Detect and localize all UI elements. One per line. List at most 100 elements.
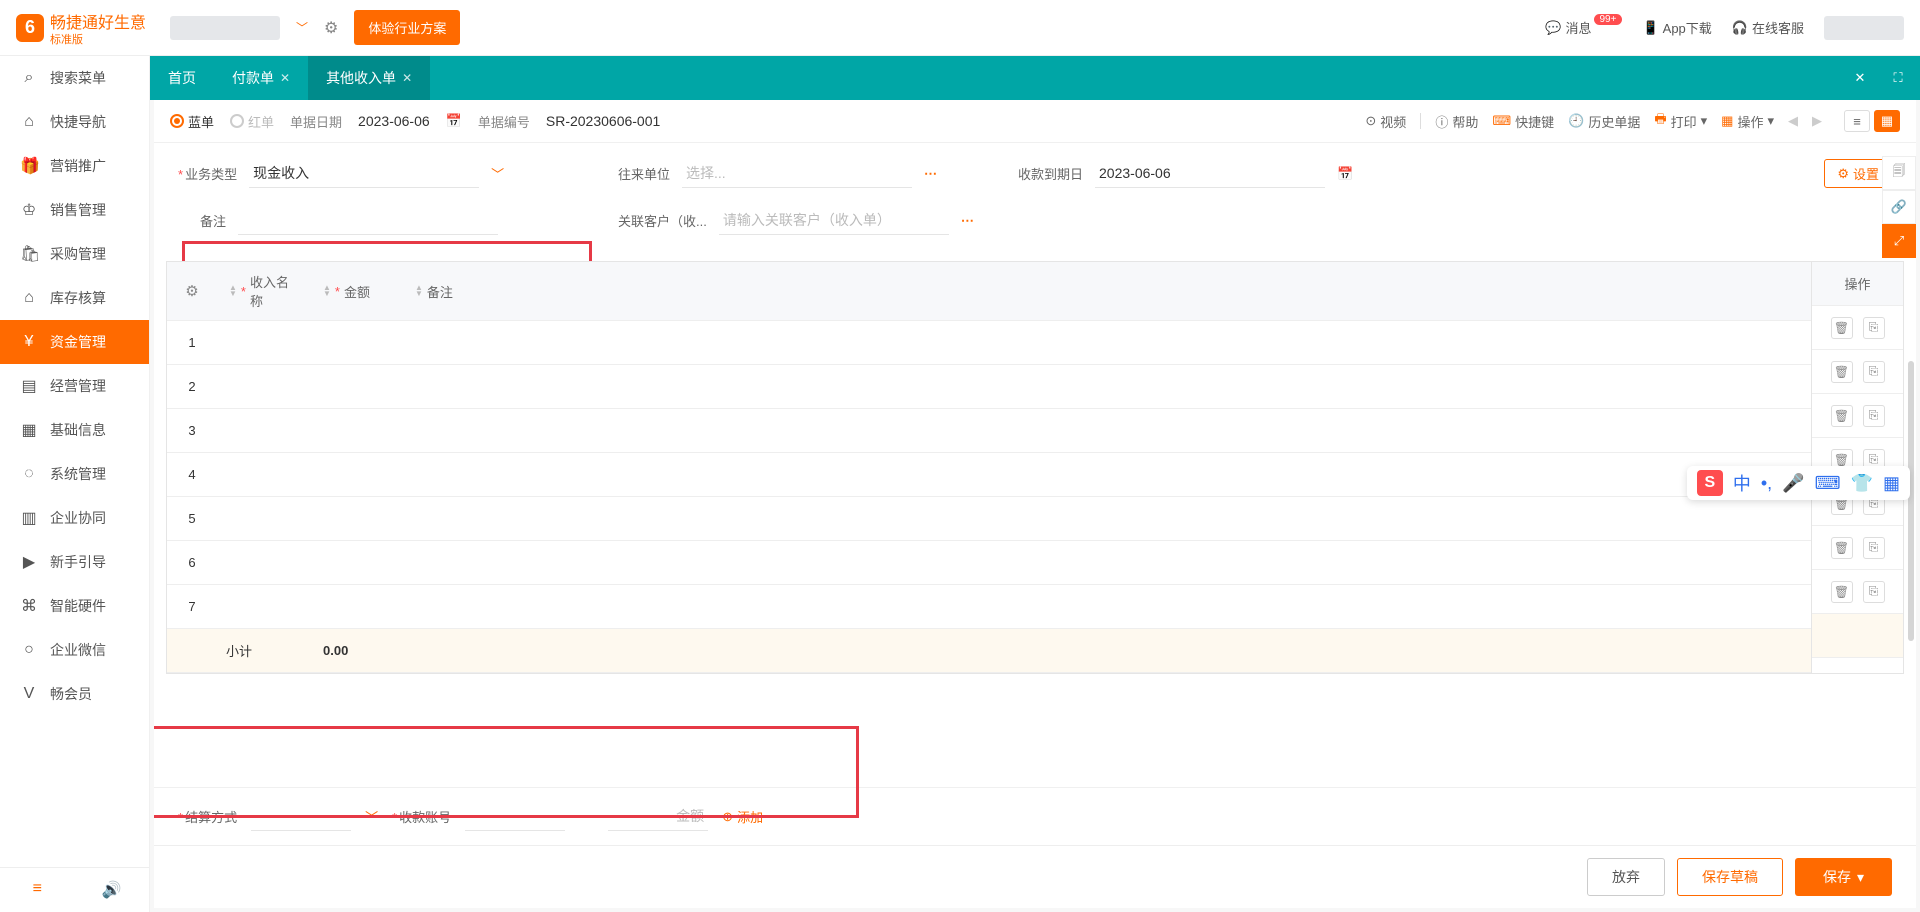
tab-close-all-button[interactable]: ✕	[1846, 64, 1874, 92]
ime-lang[interactable]: 中	[1733, 470, 1751, 496]
rail-notes-button[interactable]: 🗐	[1882, 156, 1916, 190]
view-grid-button[interactable]: ▦	[1874, 110, 1900, 132]
history-link[interactable]: 🕘历史单据	[1568, 112, 1640, 131]
chevron-down-icon[interactable]: ﹀	[491, 164, 504, 183]
sidebar-item[interactable]: ▶新手引导	[0, 540, 149, 584]
table-row[interactable]: 1	[167, 321, 1811, 365]
sidebar-item[interactable]: ⌕搜索菜单	[0, 56, 149, 100]
tab[interactable]: 首页	[150, 56, 214, 100]
help-link[interactable]: ⓘ帮助	[1435, 112, 1478, 131]
sidebar-item[interactable]: ▥企业协同	[0, 496, 149, 540]
rail-expand-button[interactable]: ⤢	[1882, 224, 1916, 258]
delete-icon[interactable]: 🗑	[1831, 405, 1853, 427]
chevron-down-icon[interactable]: ﹀	[296, 19, 308, 36]
row-index: 2	[167, 369, 217, 404]
settle-method-input[interactable]	[251, 802, 351, 831]
table-row[interactable]: 7	[167, 585, 1811, 629]
print-link[interactable]: 🖶打印▾	[1654, 110, 1707, 132]
sidebar-item[interactable]: ▤经营管理	[0, 364, 149, 408]
copy-icon[interactable]: ⎘	[1863, 405, 1885, 427]
sidebar-item[interactable]: ◌系统管理	[0, 452, 149, 496]
sidebar-item-label: 采购管理	[50, 244, 106, 264]
sidebar-item[interactable]: 🎁营销推广	[0, 144, 149, 188]
sidebar-item[interactable]: V畅会员	[0, 672, 149, 716]
remark-input[interactable]	[238, 206, 498, 235]
ime-skin-icon[interactable]: 👕	[1851, 473, 1873, 494]
delete-icon[interactable]: 🗑	[1831, 581, 1853, 603]
view-list-button[interactable]: ≡	[1844, 110, 1870, 132]
tab[interactable]: 其他收入单✕	[308, 56, 430, 100]
org-chip[interactable]	[170, 16, 280, 40]
radio-red[interactable]: 红单	[230, 112, 274, 131]
delete-icon[interactable]: 🗑	[1831, 317, 1853, 339]
sidebar-item[interactable]: ○企业微信	[0, 628, 149, 672]
col-amount[interactable]: ▲▼*金额	[311, 272, 403, 311]
trial-button[interactable]: 体验行业方案	[354, 10, 460, 45]
sidebar-icon: 🛍	[20, 244, 38, 264]
scrollbar[interactable]	[1908, 361, 1914, 641]
delete-icon[interactable]: 🗑	[1831, 537, 1853, 559]
table-row[interactable]: 6	[167, 541, 1811, 585]
save-draft-button[interactable]: 保存草稿	[1677, 858, 1783, 896]
tab[interactable]: 付款单✕	[214, 56, 308, 100]
sidebar-sound-button[interactable]: 🔊	[75, 868, 150, 912]
ime-keyboard-icon[interactable]: ⌨	[1815, 473, 1841, 494]
grid-header: ⚙ ▲▼*收入名称 ▲▼*金额 ▲▼备注	[167, 262, 1811, 321]
prev-button[interactable]: ◀	[1788, 113, 1798, 129]
table-row[interactable]: 2	[167, 365, 1811, 409]
col-settings[interactable]: ⚙	[167, 272, 217, 310]
more-icon[interactable]: ⋯	[924, 166, 939, 182]
add-settlement-button[interactable]: ⊕添加	[722, 807, 763, 826]
sidebar-item[interactable]: ⌂库存核算	[0, 276, 149, 320]
ime-mic-icon[interactable]: 🎤	[1782, 473, 1804, 494]
doc-date-value[interactable]: 2023-06-06	[358, 113, 430, 129]
radio-blue[interactable]: 蓝单	[170, 112, 214, 131]
sidebar-item[interactable]: ¥资金管理	[0, 320, 149, 364]
table-row[interactable]: 5	[167, 497, 1811, 541]
sidebar-item[interactable]: ▦基础信息	[0, 408, 149, 452]
rail-attachment-button[interactable]: 🔗	[1882, 190, 1916, 224]
sidebar-item[interactable]: ⌘智能硬件	[0, 584, 149, 628]
operate-link[interactable]: ▦操作▾	[1721, 112, 1774, 131]
copy-icon[interactable]: ⎘	[1863, 581, 1885, 603]
save-button[interactable]: 保存▾	[1795, 858, 1892, 896]
account-input[interactable]	[465, 802, 565, 831]
calendar-icon[interactable]: 📅	[1337, 166, 1353, 182]
sidebar-item[interactable]: 🛍 采购管理	[0, 232, 149, 276]
discard-button[interactable]: 放弃	[1587, 858, 1665, 896]
shortcut-link[interactable]: ⌨快捷键	[1492, 112, 1554, 131]
partner-input[interactable]	[682, 159, 912, 188]
messages-link[interactable]: 💬 消息 99+	[1545, 18, 1622, 37]
next-button[interactable]: ▶	[1812, 113, 1822, 129]
copy-icon[interactable]: ⎘	[1863, 537, 1885, 559]
table-row[interactable]: 3	[167, 409, 1811, 453]
settle-amount-input[interactable]	[608, 802, 708, 831]
video-link[interactable]: ⊙视频	[1365, 112, 1406, 131]
gear-icon[interactable]: ⚙	[324, 18, 338, 38]
col-income-name[interactable]: ▲▼*收入名称	[217, 262, 311, 320]
ime-punct-icon[interactable]: •,	[1761, 473, 1772, 494]
biz-type-input[interactable]	[249, 159, 479, 188]
fullscreen-button[interactable]: ⛶	[1884, 64, 1912, 92]
due-date-input[interactable]	[1095, 159, 1325, 188]
col-remark[interactable]: ▲▼备注	[403, 272, 1811, 311]
more-icon[interactable]: ⋯	[961, 213, 976, 229]
sidebar-collapse-button[interactable]: ≡	[0, 868, 75, 912]
user-chip[interactable]	[1824, 16, 1904, 40]
sidebar-item[interactable]: ♔销售管理	[0, 188, 149, 232]
chevron-down-icon[interactable]: ﹀	[365, 807, 378, 826]
assoc-customer-input[interactable]	[719, 206, 949, 235]
app-download-link[interactable]: 📱 App下载	[1642, 18, 1711, 37]
copy-icon[interactable]: ⎘	[1863, 361, 1885, 383]
calendar-icon[interactable]: 📅	[446, 113, 462, 129]
close-icon[interactable]: ✕	[402, 71, 412, 85]
online-service-link[interactable]: 🎧 在线客服	[1732, 18, 1804, 37]
sidebar-item[interactable]: ⌂快捷导航	[0, 100, 149, 144]
delete-icon[interactable]: 🗑	[1831, 361, 1853, 383]
ime-toolbox-icon[interactable]: ▦	[1883, 473, 1900, 494]
close-icon[interactable]: ✕	[280, 71, 290, 85]
more-icon[interactable]: ⋯	[579, 809, 594, 825]
copy-icon[interactable]: ⎘	[1863, 317, 1885, 339]
sidebar-icon: ⌕	[20, 69, 38, 87]
table-row[interactable]: 4	[167, 453, 1811, 497]
